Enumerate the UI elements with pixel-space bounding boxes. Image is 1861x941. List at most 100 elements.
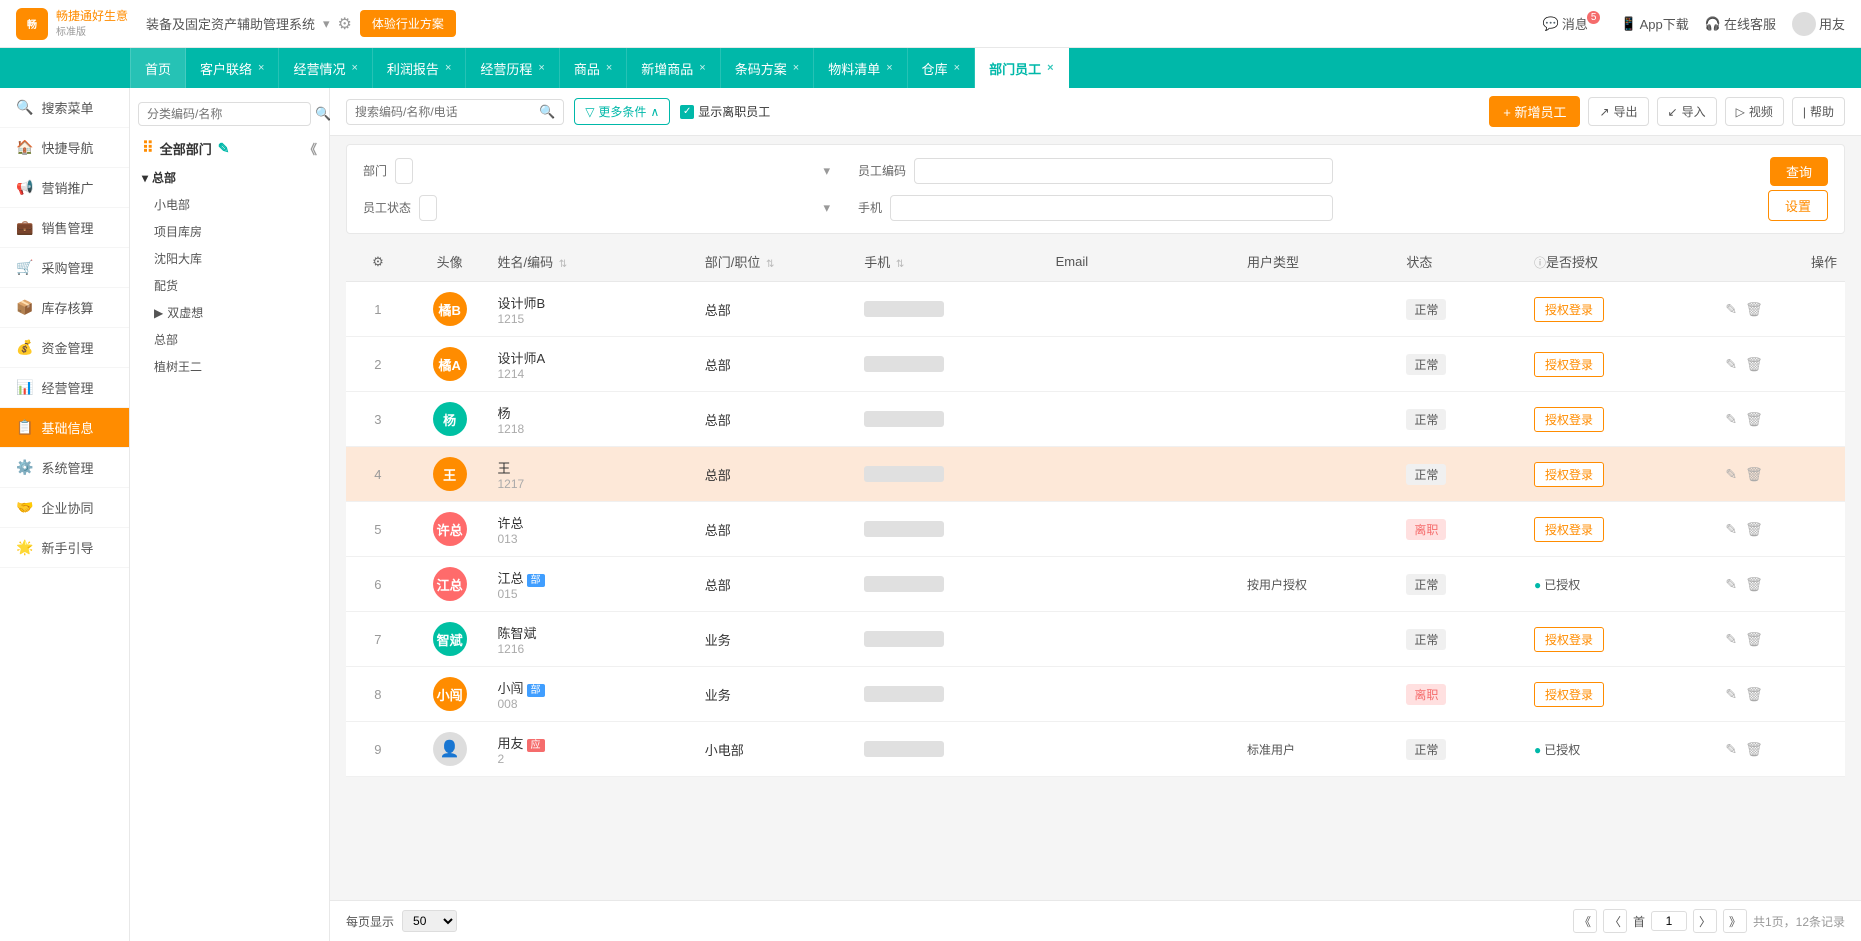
- phone-input[interactable]: [890, 195, 1333, 221]
- nav-item-goods[interactable]: 商品 ×: [560, 48, 627, 88]
- close-icon[interactable]: ×: [445, 62, 451, 74]
- add-employee-btn[interactable]: + 新增员工: [1489, 96, 1580, 127]
- online-service-item[interactable]: 🎧 在线客服: [1705, 14, 1776, 33]
- close-icon[interactable]: ×: [351, 62, 357, 74]
- collapse-icon[interactable]: 《: [304, 139, 317, 158]
- delete-icon[interactable]: 🗑: [1745, 466, 1763, 483]
- sidebar-item-basic-info[interactable]: 📋 基础信息: [0, 408, 129, 448]
- sidebar-item-purchase[interactable]: 🛒 采购管理: [0, 248, 129, 288]
- dept-node-shenyang[interactable]: 沈阳大库: [130, 245, 329, 272]
- page-size-select[interactable]: 50 20 100: [402, 910, 457, 932]
- close-icon[interactable]: ×: [954, 62, 960, 74]
- edit-icon[interactable]: ✎: [1725, 521, 1737, 538]
- nav-item-add-goods[interactable]: 新增商品 ×: [627, 48, 720, 88]
- dept-node-headquarters[interactable]: ▾ 总部: [130, 164, 329, 191]
- auth-login-btn[interactable]: 授权登录: [1534, 352, 1604, 377]
- dept-select[interactable]: [395, 158, 413, 184]
- nav-item-history[interactable]: 经营历程 ×: [466, 48, 559, 88]
- close-icon[interactable]: ×: [793, 62, 799, 74]
- next-page-btn[interactable]: 〉: [1693, 909, 1717, 933]
- edit-icon[interactable]: ✎: [1725, 576, 1737, 593]
- user-item[interactable]: 用友: [1792, 12, 1845, 36]
- edit-icon[interactable]: ✎: [1725, 686, 1737, 703]
- sidebar-item-system[interactable]: ⚙️ 系统管理: [0, 448, 129, 488]
- delete-icon[interactable]: 🗑: [1745, 411, 1763, 428]
- delete-icon[interactable]: 🗑: [1745, 686, 1763, 703]
- first-page-btn[interactable]: 《: [1573, 909, 1597, 933]
- import-btn[interactable]: ↙ 导入: [1657, 97, 1717, 126]
- delete-icon[interactable]: 🗑: [1745, 301, 1763, 318]
- dropdown-arrow-icon[interactable]: ▾: [323, 16, 330, 32]
- auth-login-btn[interactable]: 授权登录: [1534, 407, 1604, 432]
- dept-node-hq[interactable]: 总部: [130, 326, 329, 353]
- delete-icon[interactable]: 🗑: [1745, 741, 1763, 758]
- auth-login-btn[interactable]: 授权登录: [1534, 462, 1604, 487]
- auth-login-btn[interactable]: 授权登录: [1534, 297, 1604, 322]
- dept-node-xidian[interactable]: 小电部: [130, 191, 329, 218]
- help-btn[interactable]: | 帮助: [1792, 97, 1845, 126]
- more-conditions-btn[interactable]: ▽ 更多条件 ∧: [574, 98, 670, 125]
- search-icon[interactable]: 🔍: [539, 104, 555, 120]
- gear-icon[interactable]: ⚙: [372, 254, 384, 269]
- status-select[interactable]: [419, 195, 437, 221]
- search-input[interactable]: [355, 105, 535, 119]
- dept-node-project[interactable]: 项目库房: [130, 218, 329, 245]
- auth-login-btn[interactable]: 授权登录: [1534, 517, 1604, 542]
- dept-node-distribution[interactable]: 配货: [130, 272, 329, 299]
- edit-icon[interactable]: ✎: [1725, 741, 1737, 758]
- dept-node-shuangxu[interactable]: ▶ 双虚想: [130, 299, 329, 326]
- sidebar-item-finance[interactable]: 💰 资金管理: [0, 328, 129, 368]
- trial-btn[interactable]: 体验行业方案: [360, 10, 456, 37]
- close-icon[interactable]: ×: [1047, 62, 1053, 74]
- edit-icon[interactable]: ✎: [1725, 356, 1737, 373]
- nav-item-barcode[interactable]: 条码方案 ×: [721, 48, 814, 88]
- dept-search-icon[interactable]: 🔍: [315, 106, 331, 122]
- sort-icon[interactable]: ⇅: [559, 259, 567, 270]
- message-item[interactable]: 💬 消息 5: [1543, 14, 1605, 33]
- close-icon[interactable]: ×: [606, 62, 612, 74]
- auth-login-btn[interactable]: 授权登录: [1534, 682, 1604, 707]
- close-icon[interactable]: ×: [538, 62, 544, 74]
- sidebar-item-search[interactable]: 🔍 搜索菜单: [0, 88, 129, 128]
- last-page-btn[interactable]: 》: [1723, 909, 1747, 933]
- edit-icon[interactable]: ✎: [1725, 466, 1737, 483]
- page-input[interactable]: [1651, 911, 1687, 931]
- close-icon[interactable]: ×: [258, 62, 264, 74]
- close-icon[interactable]: ×: [699, 62, 705, 74]
- dept-search-input[interactable]: [138, 102, 311, 126]
- delete-icon[interactable]: 🗑: [1745, 521, 1763, 538]
- sidebar-item-inventory[interactable]: 📦 库存核算: [0, 288, 129, 328]
- close-icon[interactable]: ×: [886, 62, 892, 74]
- nav-item-profit[interactable]: 利润报告 ×: [373, 48, 466, 88]
- edit-icon[interactable]: ✎: [1725, 631, 1737, 648]
- sidebar-item-collab[interactable]: 🤝 企业协同: [0, 488, 129, 528]
- nav-item-operation[interactable]: 经营情况 ×: [279, 48, 372, 88]
- sort-icon[interactable]: ⇅: [896, 259, 904, 270]
- nav-item-customer[interactable]: 客户联络 ×: [186, 48, 279, 88]
- nav-item-dept-staff[interactable]: 部门员工 ×: [975, 48, 1068, 88]
- reset-btn[interactable]: 设置: [1768, 190, 1828, 221]
- sidebar-item-marketing[interactable]: 📢 营销推广: [0, 168, 129, 208]
- delete-icon[interactable]: 🗑: [1745, 356, 1763, 373]
- emp-code-input[interactable]: [914, 158, 1333, 184]
- info-icon[interactable]: ⓘ: [1534, 256, 1546, 270]
- sidebar-item-quick-nav[interactable]: 🏠 快捷导航: [0, 128, 129, 168]
- export-btn[interactable]: ↗ 导出: [1588, 97, 1648, 126]
- view-btn[interactable]: ▷ 视频: [1725, 97, 1784, 126]
- edit-icon[interactable]: ✎: [218, 140, 230, 157]
- sidebar-item-business[interactable]: 📊 经营管理: [0, 368, 129, 408]
- prev-page-btn[interactable]: 〈: [1603, 909, 1627, 933]
- app-download-item[interactable]: 📱 App下载: [1620, 14, 1688, 33]
- sidebar-item-guide[interactable]: 🌟 新手引导: [0, 528, 129, 568]
- nav-item-bom[interactable]: 物料清单 ×: [814, 48, 907, 88]
- dept-node-planting[interactable]: 植树王二: [130, 353, 329, 380]
- nav-item-home[interactable]: 首页: [130, 48, 186, 88]
- settings-icon[interactable]: ⚙: [338, 14, 352, 34]
- sidebar-item-sales[interactable]: 💼 销售管理: [0, 208, 129, 248]
- auth-login-btn[interactable]: 授权登录: [1534, 627, 1604, 652]
- sort-icon[interactable]: ⇅: [766, 259, 774, 270]
- edit-icon[interactable]: ✎: [1725, 301, 1737, 318]
- edit-icon[interactable]: ✎: [1725, 411, 1737, 428]
- delete-icon[interactable]: 🗑: [1745, 576, 1763, 593]
- nav-item-warehouse[interactable]: 仓库 ×: [908, 48, 975, 88]
